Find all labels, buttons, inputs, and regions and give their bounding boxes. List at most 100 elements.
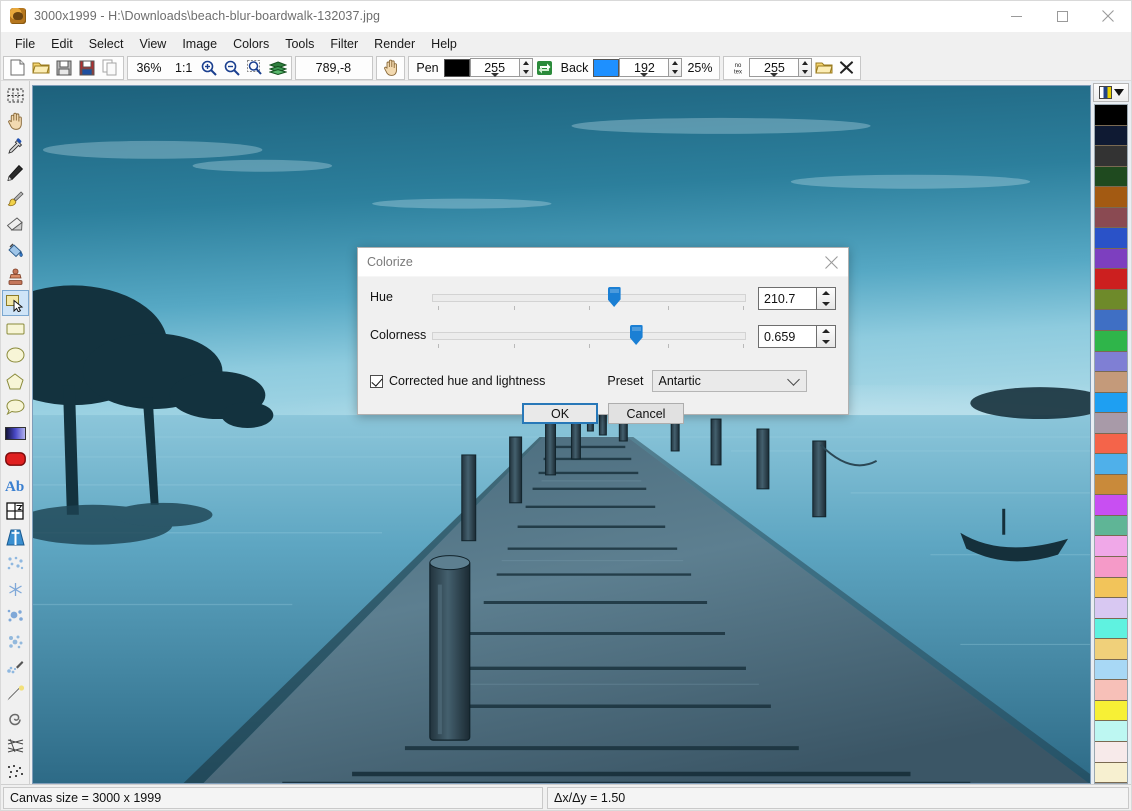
palette-swatch[interactable]	[1095, 536, 1127, 558]
colorness-spinbox[interactable]: 0.659	[758, 325, 836, 348]
palette-swatch[interactable]	[1095, 269, 1127, 290]
zoom-level-value[interactable]: 36%	[130, 61, 170, 75]
palette-swatch[interactable]	[1095, 228, 1127, 249]
palette-swatch[interactable]	[1095, 700, 1127, 722]
save-disk-icon[interactable]	[53, 58, 74, 78]
colorness-slider[interactable]	[432, 325, 746, 355]
menu-view[interactable]: View	[131, 34, 174, 54]
palette-swatch[interactable]	[1095, 598, 1127, 619]
text-tool[interactable]: Ab	[2, 472, 29, 498]
one-to-one-button[interactable]: 1:1	[170, 61, 197, 75]
hue-value[interactable]: 210.7	[758, 287, 817, 310]
zoom-selection-icon[interactable]	[244, 58, 265, 78]
palette-swatch[interactable]	[1095, 433, 1127, 455]
pen-color-swatch[interactable]	[443, 58, 470, 77]
palette-swatch[interactable]	[1095, 515, 1127, 537]
palette-swatch[interactable]	[1095, 146, 1127, 167]
colorness-stepper[interactable]	[817, 325, 836, 348]
splatter-tool[interactable]	[2, 602, 29, 628]
palette-swatch[interactable]	[1095, 762, 1127, 784]
menu-filter[interactable]: Filter	[322, 34, 366, 54]
image-canvas[interactable]	[32, 85, 1091, 784]
palette-swatch[interactable]	[1095, 351, 1127, 373]
menu-edit[interactable]: Edit	[43, 34, 81, 54]
eraser-tool[interactable]	[2, 212, 29, 238]
palette-swatch[interactable]	[1095, 721, 1127, 742]
swirl-tool[interactable]	[2, 706, 29, 732]
colorness-value[interactable]: 0.659	[758, 325, 817, 348]
swap-colors-icon[interactable]	[534, 58, 555, 78]
close-button[interactable]	[1085, 1, 1131, 32]
menu-help[interactable]: Help	[423, 34, 465, 54]
paint-brush-tool[interactable]	[2, 186, 29, 212]
rectangle-shape-tool[interactable]	[2, 316, 29, 342]
color-picker-tool[interactable]	[2, 134, 29, 160]
palette-swatch[interactable]	[1095, 639, 1127, 660]
spark-tool[interactable]	[2, 680, 29, 706]
hue-spinbox[interactable]: 210.7	[758, 287, 836, 310]
hue-stepper[interactable]	[817, 287, 836, 310]
colorness-slider-handle[interactable]	[629, 325, 643, 345]
palette-swatch[interactable]	[1095, 557, 1127, 578]
palette-swatch[interactable]	[1095, 166, 1127, 188]
clone-stamp-tool[interactable]	[2, 264, 29, 290]
layers-icon[interactable]	[267, 58, 288, 78]
pan-hand-tool[interactable]	[2, 108, 29, 134]
brush-effect-tool[interactable]	[2, 654, 29, 680]
perspective-tool[interactable]	[2, 524, 29, 550]
palette-swatch[interactable]	[1095, 618, 1127, 640]
copy-pages-icon[interactable]	[99, 58, 120, 78]
new-file-icon[interactable]	[7, 58, 28, 78]
palette-swatch[interactable]	[1095, 187, 1127, 208]
palette-swatch[interactable]	[1095, 125, 1127, 147]
palette-swatch[interactable]	[1095, 331, 1127, 352]
noise-tool[interactable]	[2, 758, 29, 784]
texture-open-folder-icon[interactable]	[813, 58, 834, 78]
polygon-shape-tool[interactable]	[2, 368, 29, 394]
sketch-tool[interactable]	[2, 732, 29, 758]
cancel-button[interactable]: Cancel	[608, 403, 684, 424]
palette-swatch[interactable]	[1095, 392, 1127, 414]
palette-color-list[interactable]	[1094, 104, 1128, 784]
palette-swatch[interactable]	[1095, 248, 1127, 270]
menu-image[interactable]: Image	[174, 34, 225, 54]
dialog-close-icon[interactable]	[814, 248, 848, 277]
corrected-hue-checkbox[interactable]: Corrected hue and lightness	[370, 374, 545, 388]
palette-swatch[interactable]	[1095, 680, 1127, 701]
palette-swatch[interactable]	[1095, 454, 1127, 475]
menu-colors[interactable]: Colors	[225, 34, 277, 54]
snowflake-tool[interactable]	[2, 576, 29, 602]
zoom-in-icon[interactable]	[198, 58, 219, 78]
pen-alpha-value[interactable]: 255	[469, 58, 520, 77]
palette-swatch[interactable]	[1095, 577, 1127, 599]
maximize-button[interactable]	[1039, 1, 1085, 32]
palette-swatch[interactable]	[1095, 207, 1127, 229]
pen-alpha-spinner[interactable]	[519, 58, 533, 77]
speech-bubble-tool[interactable]	[2, 394, 29, 420]
hue-slider-handle[interactable]	[607, 287, 621, 307]
pan-hand-icon[interactable]	[380, 58, 401, 78]
palette-swatch[interactable]	[1095, 105, 1127, 126]
rounded-rect-tool[interactable]	[2, 446, 29, 472]
pointer-select-tool[interactable]	[1, 290, 29, 316]
back-alpha-spinner[interactable]	[669, 58, 683, 77]
back-alpha-value[interactable]: 192	[619, 58, 670, 77]
texture-delete-x-icon[interactable]	[836, 58, 857, 78]
ellipse-shape-tool[interactable]	[2, 342, 29, 368]
palette-swatch[interactable]	[1095, 413, 1127, 434]
palette-header[interactable]	[1093, 83, 1129, 102]
menu-select[interactable]: Select	[81, 34, 132, 54]
zoom-out-icon[interactable]	[221, 58, 242, 78]
palette-swatch[interactable]	[1095, 474, 1127, 496]
scatter-tool[interactable]	[2, 628, 29, 654]
hue-slider[interactable]	[432, 287, 746, 317]
texture-alpha-spinner[interactable]	[799, 58, 813, 77]
menu-render[interactable]: Render	[366, 34, 423, 54]
chevron-down-icon[interactable]	[1113, 89, 1124, 96]
palette-swatch[interactable]	[1095, 310, 1127, 332]
preset-dropdown[interactable]: Antartic	[651, 370, 807, 392]
no-texture-icon[interactable]: no tex	[727, 58, 748, 78]
open-folder-icon[interactable]	[30, 58, 51, 78]
particles-tool[interactable]	[2, 550, 29, 576]
palette-swatch[interactable]	[1095, 495, 1127, 516]
